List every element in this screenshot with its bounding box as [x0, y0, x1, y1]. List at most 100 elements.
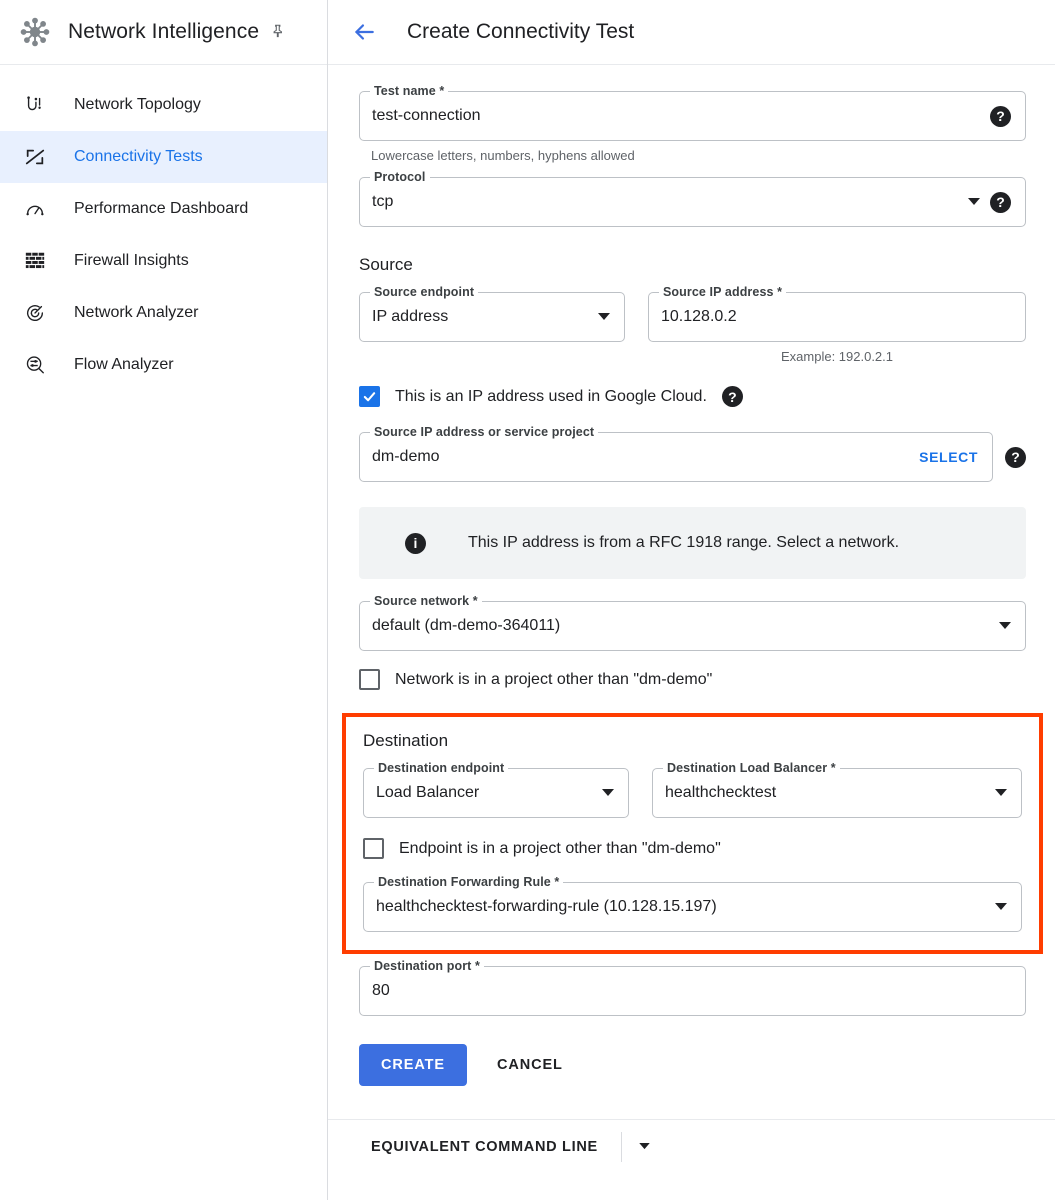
service-project-value[interactable]: dm-demo	[372, 448, 909, 466]
help-icon[interactable]: ?	[1005, 446, 1026, 468]
sidebar-item-connectivity-tests[interactable]: Connectivity Tests	[0, 131, 327, 183]
destination-lb-group: Destination Load Balancer * healthcheckt…	[652, 761, 1022, 818]
destination-endpoint-group: Destination endpoint Load Balancer	[363, 761, 629, 818]
rfc1918-info-text: This IP address is from a RFC 1918 range…	[468, 534, 900, 551]
source-network-value: default (dm-demo-364011)	[372, 617, 561, 634]
destination-port-field[interactable]: Destination port * 80	[359, 959, 1026, 1016]
brick-wall-icon	[22, 248, 48, 274]
source-ip-group: Source IP address * 10.128.0.2 Example: …	[648, 285, 1026, 364]
select-project-button[interactable]: SELECT	[919, 449, 978, 465]
service-project-group: Source IP address or service project dm-…	[359, 425, 1026, 482]
sidebar-item-network-topology[interactable]: Network Topology	[0, 79, 327, 131]
cancel-button[interactable]: CANCEL	[497, 1057, 563, 1073]
chevron-down-icon[interactable]	[968, 196, 980, 208]
sidebar-item-flow-analyzer[interactable]: Flow Analyzer	[0, 339, 327, 391]
sidebar-item-firewall-insights[interactable]: Firewall Insights	[0, 235, 327, 287]
source-endpoint-legend: Source endpoint	[370, 285, 479, 299]
chevron-down-icon[interactable]	[598, 311, 610, 323]
protocol-legend: Protocol	[370, 170, 430, 184]
forwarding-rule-group: Destination Forwarding Rule * healthchec…	[363, 875, 1022, 932]
sidebar-header: Network Intelligence	[0, 0, 327, 65]
target-icon	[22, 300, 48, 326]
source-other-project-checkbox[interactable]	[359, 669, 380, 690]
create-button[interactable]: CREATE	[359, 1044, 467, 1086]
source-endpoint-value: IP address	[372, 308, 449, 325]
gcp-ip-checkbox[interactable]	[359, 386, 380, 407]
chevron-down-icon[interactable]	[995, 901, 1007, 913]
destination-other-project-label: Endpoint is in a project other than "dm-…	[399, 839, 721, 857]
form-actions: CREATE CANCEL	[359, 1044, 1026, 1086]
gcp-ip-checkbox-label: This is an IP address used in Google Clo…	[395, 387, 707, 405]
product-title: Network Intelligence	[68, 20, 260, 43]
chevron-down-icon[interactable]	[999, 620, 1011, 632]
sidebar-nav: Network Topology Connectivity Tests Perf…	[0, 65, 327, 391]
gauge-icon	[22, 196, 48, 222]
source-network-field[interactable]: Source network * default (dm-demo-364011…	[359, 594, 1026, 651]
chevron-down-icon[interactable]	[602, 787, 614, 799]
source-endpoint-field[interactable]: Source endpoint IP address	[359, 285, 625, 342]
sidebar-item-network-analyzer[interactable]: Network Analyzer	[0, 287, 327, 339]
test-name-legend: Test name *	[370, 84, 449, 98]
destination-endpoint-legend: Destination endpoint	[374, 761, 509, 775]
destination-other-project-checkbox-row[interactable]: Endpoint is in a project other than "dm-…	[363, 838, 1022, 859]
test-name-value[interactable]: test-connection	[372, 107, 990, 125]
destination-port-value[interactable]: 80	[372, 982, 1011, 1000]
sidebar-item-label: Firewall Insights	[74, 252, 189, 269]
protocol-field-group: Protocol tcp ?	[359, 170, 1026, 227]
pin-icon[interactable]	[267, 22, 287, 42]
help-icon[interactable]: ?	[721, 386, 743, 407]
source-network-group: Source network * default (dm-demo-364011…	[359, 594, 1026, 651]
service-project-legend: Source IP address or service project	[370, 425, 599, 439]
source-other-project-checkbox-row[interactable]: Network is in a project other than "dm-d…	[359, 669, 1026, 690]
gcp-ip-checkbox-row[interactable]: This is an IP address used in Google Clo…	[359, 386, 1026, 407]
destination-lb-value: healthchecktest	[665, 784, 777, 801]
destination-forwarding-rule-field[interactable]: Destination Forwarding Rule * healthchec…	[363, 875, 1022, 932]
source-row: Source endpoint IP address Source IP add…	[359, 285, 1026, 364]
network-hub-icon	[18, 15, 52, 49]
destination-other-project-checkbox[interactable]	[363, 838, 384, 859]
sidebar-item-label: Flow Analyzer	[74, 356, 174, 373]
source-ip-field[interactable]: Source IP address * 10.128.0.2	[648, 285, 1026, 342]
destination-endpoint-field[interactable]: Destination endpoint Load Balancer	[363, 761, 629, 818]
sidebar-item-label: Network Analyzer	[74, 304, 199, 321]
source-ip-value[interactable]: 10.128.0.2	[661, 308, 1011, 326]
source-ip-legend: Source IP address *	[659, 285, 787, 299]
destination-load-balancer-field[interactable]: Destination Load Balancer * healthcheckt…	[652, 761, 1022, 818]
flow-search-icon	[22, 352, 48, 378]
help-icon[interactable]: ?	[990, 105, 1011, 127]
help-icon[interactable]: ?	[990, 191, 1011, 213]
sidebar-item-performance-dashboard[interactable]: Performance Dashboard	[0, 183, 327, 235]
divider	[620, 1131, 622, 1162]
main-content: Create Connectivity Test Test name * tes…	[328, 0, 1055, 1200]
destination-section: Destination Destination endpoint Load Ba…	[342, 713, 1043, 954]
destination-section-title: Destination	[363, 731, 449, 750]
topology-icon	[22, 92, 48, 118]
test-name-field[interactable]: Test name * test-connection ?	[359, 84, 1026, 141]
destination-lb-legend: Destination Load Balancer *	[663, 761, 840, 775]
source-ip-helper: Example: 192.0.2.1	[780, 349, 894, 364]
destination-row: Destination endpoint Load Balancer Desti…	[363, 761, 1022, 818]
chevron-down-icon[interactable]	[638, 1140, 652, 1154]
test-name-field-group: Test name * test-connection ? Lowercase …	[359, 84, 1026, 163]
sidebar-item-label: Performance Dashboard	[74, 200, 249, 217]
forwarding-rule-legend: Destination Forwarding Rule *	[374, 875, 564, 889]
chevron-down-icon[interactable]	[995, 787, 1007, 799]
destination-port-group: Destination port * 80	[359, 959, 1026, 1016]
forwarding-rule-value: healthchecktest-forwarding-rule (10.128.…	[376, 898, 717, 915]
destination-endpoint-value: Load Balancer	[376, 784, 480, 801]
source-section-title: Source	[359, 255, 413, 274]
back-arrow-icon[interactable]	[348, 16, 380, 48]
rfc1918-info-banner: i This IP address is from a RFC 1918 ran…	[359, 507, 1026, 579]
source-network-legend: Source network *	[370, 594, 482, 608]
app-root: Network Intelligence Network Topology Co…	[0, 0, 1055, 1200]
test-name-helper: Lowercase letters, numbers, hyphens allo…	[371, 148, 635, 163]
sidebar-item-label: Connectivity Tests	[74, 148, 203, 165]
info-icon: i	[405, 532, 426, 554]
protocol-field[interactable]: Protocol tcp ?	[359, 170, 1026, 227]
service-project-field[interactable]: Source IP address or service project dm-…	[359, 425, 993, 482]
source-other-project-label: Network is in a project other than "dm-d…	[395, 670, 713, 688]
equivalent-command-line-label[interactable]: EQUIVALENT COMMAND LINE	[371, 1139, 598, 1155]
destination-port-legend: Destination port *	[370, 959, 484, 973]
form-area: Test name * test-connection ? Lowercase …	[328, 65, 1055, 1086]
sidebar-item-label: Network Topology	[74, 96, 201, 113]
